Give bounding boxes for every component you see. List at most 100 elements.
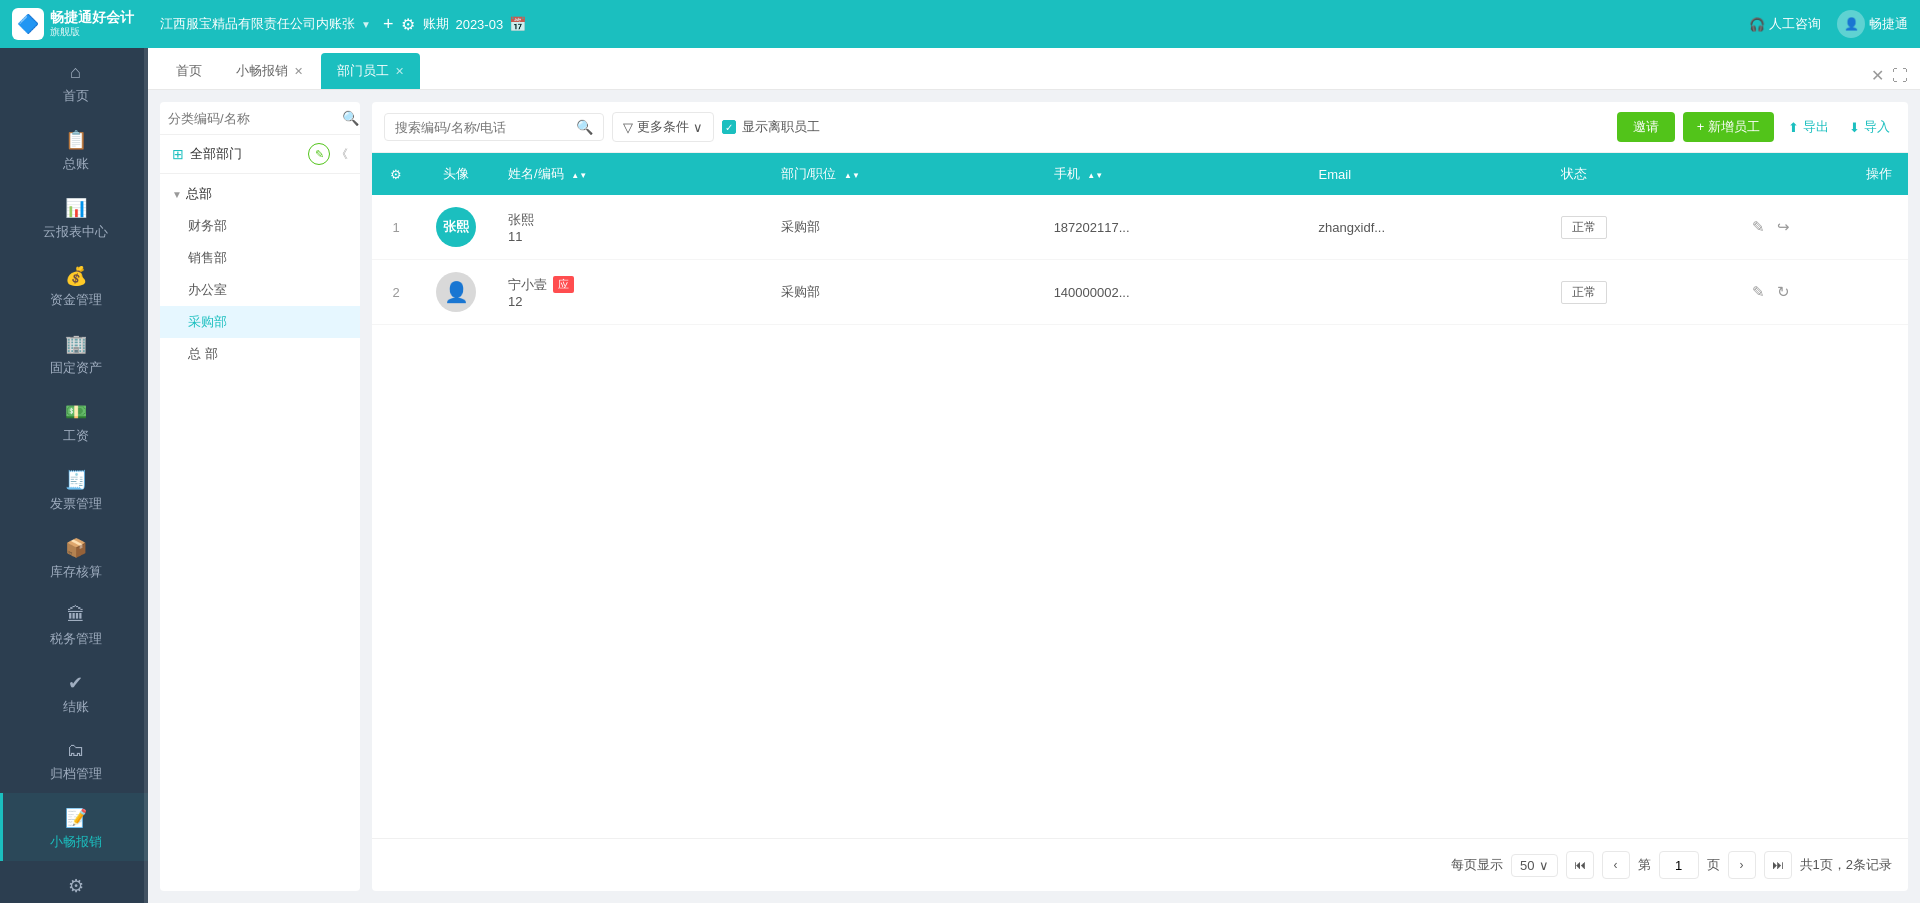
sidebar-icon-home: ⌂ [70, 62, 81, 83]
tab-expense[interactable]: 小畅报销✕ [220, 53, 319, 89]
col-settings[interactable]: ⚙ [372, 153, 420, 195]
sidebar-label-expense: 小畅报销 [50, 833, 102, 851]
period-display: 账期 2023-03 📅 [423, 15, 526, 33]
sidebar-icon-ledger: 📋 [65, 129, 87, 151]
refresh-action-button[interactable]: ↻ [1777, 283, 1790, 301]
col-dept-pos[interactable]: 部门/职位 ▲▼ [765, 153, 1038, 195]
status-badge: 正常 [1561, 216, 1607, 239]
sidebar-icon-settings: ⚙ [68, 875, 84, 897]
import-button[interactable]: ⬇ 导入 [1843, 113, 1896, 141]
last-page-button[interactable]: ⏭ [1764, 851, 1792, 879]
user-area[interactable]: 👤 畅捷通 [1837, 10, 1908, 38]
dept-search: 🔍 [160, 102, 360, 135]
company-selector[interactable]: 江西服宝精品有限责任公司内账张 ▼ [160, 15, 371, 33]
sidebar-item-invoice[interactable]: 🧾 发票管理 [0, 455, 148, 523]
export-icon: ⬆ [1788, 120, 1799, 135]
logout-action-button[interactable]: ↪ [1777, 218, 1790, 236]
sidebar-icon-inventory: 📦 [65, 537, 87, 559]
add-company-button[interactable]: + [383, 14, 394, 35]
sidebar-item-checkout[interactable]: ✔ 结账 [0, 658, 148, 726]
company-name: 江西服宝精品有限责任公司内账张 [160, 15, 355, 33]
calendar-icon[interactable]: 📅 [509, 16, 526, 32]
import-icon: ⬇ [1849, 120, 1860, 135]
first-page-button[interactable]: ⏮ [1566, 851, 1594, 879]
headset-icon: 🎧 [1749, 17, 1765, 32]
row-number: 2 [372, 260, 420, 325]
sidebar-scrollbar [144, 48, 148, 903]
page-number-input[interactable] [1659, 851, 1699, 879]
export-button[interactable]: ⬆ 导出 [1782, 113, 1835, 141]
dept-search-icon[interactable]: 🔍 [342, 110, 359, 126]
sidebar-label-assets: 固定资产 [50, 359, 102, 377]
tab-close-expense[interactable]: ✕ [294, 65, 303, 78]
next-page-button[interactable]: › [1728, 851, 1756, 879]
show-departed-toggle[interactable]: ✓ 显示离职员工 [722, 118, 820, 136]
sidebar-label-checkout: 结账 [63, 698, 89, 716]
dept-item-zong[interactable]: 总 部 [160, 338, 360, 370]
sidebar-icon-expense: 📝 [65, 807, 87, 829]
dept-item-bangong[interactable]: 办公室 [160, 274, 360, 306]
prev-page-button[interactable]: ‹ [1602, 851, 1630, 879]
sidebar-item-archive[interactable]: 🗂 归档管理 [0, 726, 148, 793]
filter-button[interactable]: ▽ 更多条件 ∨ [612, 112, 714, 142]
sidebar-item-tax[interactable]: 🏛 税务管理 [0, 591, 148, 658]
row-phone: 140000002... [1038, 260, 1303, 325]
show-departed-checkbox[interactable]: ✓ [722, 120, 736, 134]
avatar: 👤 [1837, 10, 1865, 38]
tabs-bar: 首页小畅报销✕ 部门员工 ✕ ✕ ⛶ [148, 48, 1920, 90]
sort-arrows-dept: ▲▼ [844, 172, 860, 180]
col-actions: 操作 [1736, 153, 1908, 195]
sidebar-item-ledger[interactable]: 📋 总账 [0, 115, 148, 183]
sidebar-icon-tax: 🏛 [67, 605, 85, 626]
row-dept-pos: 采购部 [765, 195, 1038, 260]
per-page-label: 每页显示 [1451, 856, 1503, 874]
close-tab-button[interactable]: ✕ [1871, 66, 1884, 85]
edit-action-button[interactable]: ✎ [1752, 218, 1765, 236]
sort-arrows-phone: ▲▼ [1087, 172, 1103, 180]
row-phone: 187202117... [1038, 195, 1303, 260]
pagination: 每页显示 50 ∨ ⏮ ‹ 第 页 › ⏭ 共1页，2条记录 [372, 838, 1908, 891]
col-name-code[interactable]: 姓名/编码 ▲▼ [492, 153, 765, 195]
sidebar-item-expense[interactable]: 📝 小畅报销 [0, 793, 148, 861]
dept-search-input[interactable] [168, 111, 336, 126]
edit-action-button[interactable]: ✎ [1752, 283, 1765, 301]
dept-item-zongbu[interactable]: ▼总部 [160, 178, 360, 210]
dept-item-caigou[interactable]: 采购部 [160, 306, 360, 338]
tab-label-dept-employee: 部门员工 [337, 62, 389, 80]
sidebar-label-archive: 归档管理 [50, 765, 102, 783]
row-actions: ✎↻ [1736, 260, 1908, 325]
tab-close-dept-employee[interactable]: ✕ [395, 65, 404, 78]
col-email: Email [1303, 153, 1545, 195]
dept-edit-button[interactable]: ✎ [308, 143, 330, 165]
logo-icon: 🔷 [12, 8, 44, 40]
row-status: 正常 [1545, 195, 1737, 260]
employee-search-icon[interactable]: 🔍 [576, 119, 593, 135]
sidebar-item-settings[interactable]: ⚙ 基础设置 [0, 861, 148, 903]
sidebar-item-inventory[interactable]: 📦 库存核算 [0, 523, 148, 591]
avatar-circle: 张熙 [436, 207, 476, 247]
sidebar-item-salary[interactable]: 💵 工资 [0, 387, 148, 455]
settings-icon[interactable]: ⚙ [401, 15, 415, 34]
tab-home[interactable]: 首页 [160, 53, 218, 89]
expand-tab-button[interactable]: ⛶ [1892, 67, 1908, 85]
customer-service-button[interactable]: 🎧 人工咨询 [1749, 15, 1821, 33]
sidebar-label-reports: 云报表中心 [43, 223, 108, 241]
invite-button[interactable]: 邀请 [1617, 112, 1675, 142]
sidebar-item-funds[interactable]: 💰 资金管理 [0, 251, 148, 319]
sidebar-label-funds: 资金管理 [50, 291, 102, 309]
add-employee-button[interactable]: + 新增员工 [1683, 112, 1774, 142]
sidebar-label-ledger: 总账 [63, 155, 89, 173]
sidebar-icon-assets: 🏢 [65, 333, 87, 355]
status-badge: 正常 [1561, 281, 1607, 304]
per-page-select[interactable]: 50 ∨ [1511, 854, 1557, 877]
logo-area: 🔷 畅捷通好会计 旗舰版 [12, 8, 160, 40]
sidebar-item-reports[interactable]: 📊 云报表中心 [0, 183, 148, 251]
sidebar-item-assets[interactable]: 🏢 固定资产 [0, 319, 148, 387]
sidebar-item-home[interactable]: ⌂ 首页 [0, 48, 148, 115]
dept-collapse-button[interactable]: 《 [336, 146, 348, 163]
dept-item-caiwu[interactable]: 财务部 [160, 210, 360, 242]
employee-search-input[interactable] [395, 120, 570, 135]
tab-dept-employee[interactable]: 部门员工 ✕ [321, 53, 420, 89]
dept-item-xiaoshou[interactable]: 销售部 [160, 242, 360, 274]
col-phone[interactable]: 手机 ▲▼ [1038, 153, 1303, 195]
